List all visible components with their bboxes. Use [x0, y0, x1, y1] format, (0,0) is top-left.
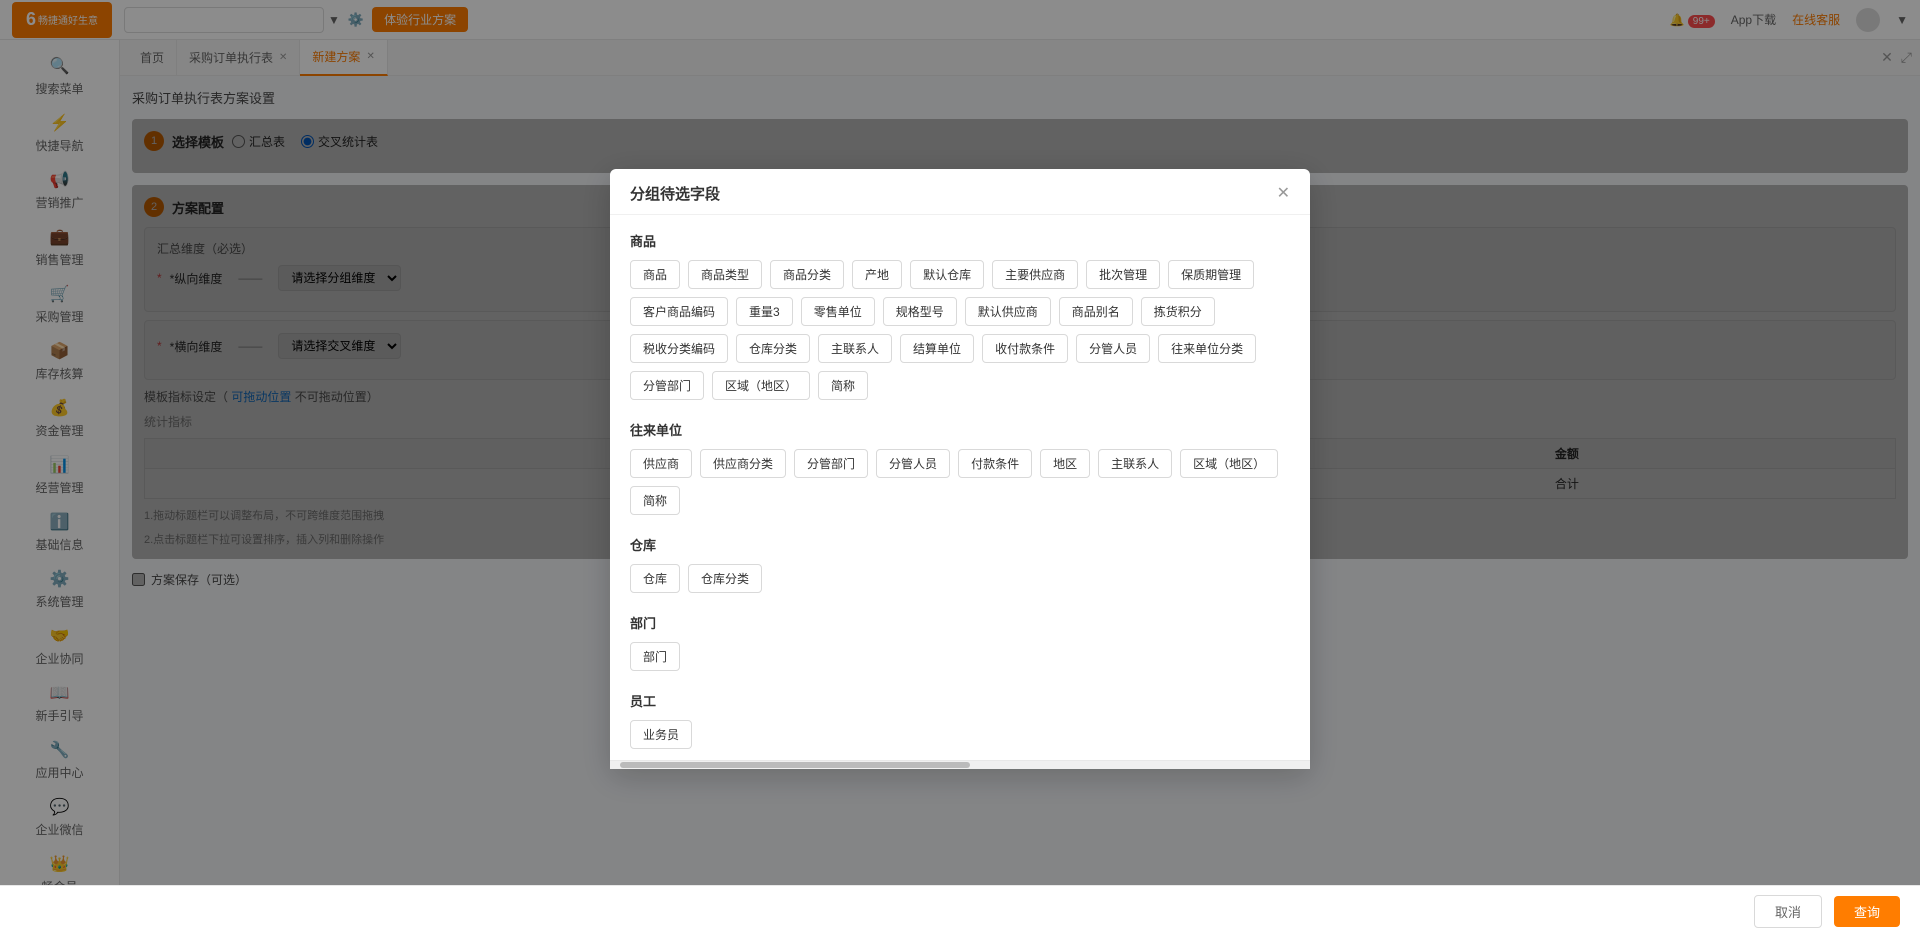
field-grid-4: 业务员: [630, 720, 1290, 749]
field-chip-0-21[interactable]: 往来单位分类: [1158, 334, 1256, 363]
field-chip-0-2[interactable]: 商品分类: [770, 260, 844, 289]
section-title-2: 仓库: [630, 535, 1290, 554]
field-chip-0-9[interactable]: 重量3: [736, 297, 793, 326]
field-chip-0-20[interactable]: 分管人员: [1076, 334, 1150, 363]
field-chip-0-13[interactable]: 商品别名: [1059, 297, 1133, 326]
field-section-4: 员工业务员: [630, 691, 1290, 749]
section-title-4: 员工: [630, 691, 1290, 710]
section-title-3: 部门: [630, 613, 1290, 632]
field-chip-0-18[interactable]: 结算单位: [900, 334, 974, 363]
field-chip-0-0[interactable]: 商品: [630, 260, 680, 289]
field-section-2: 仓库仓库仓库分类: [630, 535, 1290, 593]
field-chip-0-22[interactable]: 分管部门: [630, 371, 704, 400]
field-chip-0-17[interactable]: 主联系人: [818, 334, 892, 363]
field-chip-1-7[interactable]: 区域（地区）: [1180, 449, 1278, 478]
field-chip-0-10[interactable]: 零售单位: [801, 297, 875, 326]
field-chip-0-7[interactable]: 保质期管理: [1168, 260, 1254, 289]
modal-scrollbar-area[interactable]: [610, 760, 1310, 769]
field-chip-0-8[interactable]: 客户商品编码: [630, 297, 728, 326]
field-chip-1-2[interactable]: 分管部门: [794, 449, 868, 478]
field-chip-1-3[interactable]: 分管人员: [876, 449, 950, 478]
field-chip-0-5[interactable]: 主要供应商: [992, 260, 1078, 289]
cancel-button[interactable]: 取消: [1754, 895, 1822, 928]
field-chip-2-1[interactable]: 仓库分类: [688, 564, 762, 593]
field-grid-0: 商品商品类型商品分类产地默认仓库主要供应商批次管理保质期管理客户商品编码重量3 零…: [630, 260, 1290, 400]
field-section-3: 部门部门: [630, 613, 1290, 671]
field-chip-0-24[interactable]: 简称: [818, 371, 868, 400]
field-chip-0-4[interactable]: 默认仓库: [910, 260, 984, 289]
modal: 分组待选字段 ✕ 商品商品商品类型商品分类产地默认仓库主要供应商批次管理保质期管…: [610, 169, 1310, 769]
field-chip-1-5[interactable]: 地区: [1040, 449, 1090, 478]
field-grid-1: 供应商供应商分类分管部门分管人员付款条件地区主联系人区域（地区） 简称: [630, 449, 1290, 515]
section-title-0: 商品: [630, 231, 1290, 250]
field-section-0: 商品商品商品类型商品分类产地默认仓库主要供应商批次管理保质期管理客户商品编码重量…: [630, 231, 1290, 400]
field-chip-0-12[interactable]: 默认供应商: [965, 297, 1051, 326]
field-chip-1-8[interactable]: 简称: [630, 486, 680, 515]
field-chip-1-0[interactable]: 供应商: [630, 449, 692, 478]
field-chip-0-6[interactable]: 批次管理: [1086, 260, 1160, 289]
field-chip-4-0[interactable]: 业务员: [630, 720, 692, 749]
modal-close-button[interactable]: ✕: [1277, 183, 1290, 203]
section-title-1: 往来单位: [630, 420, 1290, 439]
confirm-button[interactable]: 查询: [1834, 896, 1900, 927]
field-grid-2: 仓库仓库分类: [630, 564, 1290, 593]
field-chip-2-0[interactable]: 仓库: [630, 564, 680, 593]
field-section-1: 往来单位供应商供应商分类分管部门分管人员付款条件地区主联系人区域（地区） 简称: [630, 420, 1290, 515]
modal-header: 分组待选字段 ✕: [610, 169, 1310, 215]
modal-title: 分组待选字段: [630, 183, 720, 204]
field-chip-1-4[interactable]: 付款条件: [958, 449, 1032, 478]
field-chip-0-16[interactable]: 仓库分类: [736, 334, 810, 363]
field-chip-1-1[interactable]: 供应商分类: [700, 449, 786, 478]
modal-horizontal-scrollbar[interactable]: [620, 762, 970, 768]
modal-body[interactable]: 商品商品商品类型商品分类产地默认仓库主要供应商批次管理保质期管理客户商品编码重量…: [610, 215, 1310, 761]
field-chip-0-1[interactable]: 商品类型: [688, 260, 762, 289]
modal-overlay: 分组待选字段 ✕ 商品商品商品类型商品分类产地默认仓库主要供应商批次管理保质期管…: [0, 0, 1920, 937]
bottom-bar: 取消 查询: [0, 885, 1920, 937]
field-grid-3: 部门: [630, 642, 1290, 671]
field-chip-3-0[interactable]: 部门: [630, 642, 680, 671]
field-chip-0-14[interactable]: 拣货积分: [1141, 297, 1215, 326]
field-chip-0-15[interactable]: 税收分类编码: [630, 334, 728, 363]
field-chip-1-6[interactable]: 主联系人: [1098, 449, 1172, 478]
field-chip-0-19[interactable]: 收付款条件: [982, 334, 1068, 363]
field-chip-0-23[interactable]: 区域（地区）: [712, 371, 810, 400]
field-chip-0-3[interactable]: 产地: [852, 260, 902, 289]
field-chip-0-11[interactable]: 规格型号: [883, 297, 957, 326]
